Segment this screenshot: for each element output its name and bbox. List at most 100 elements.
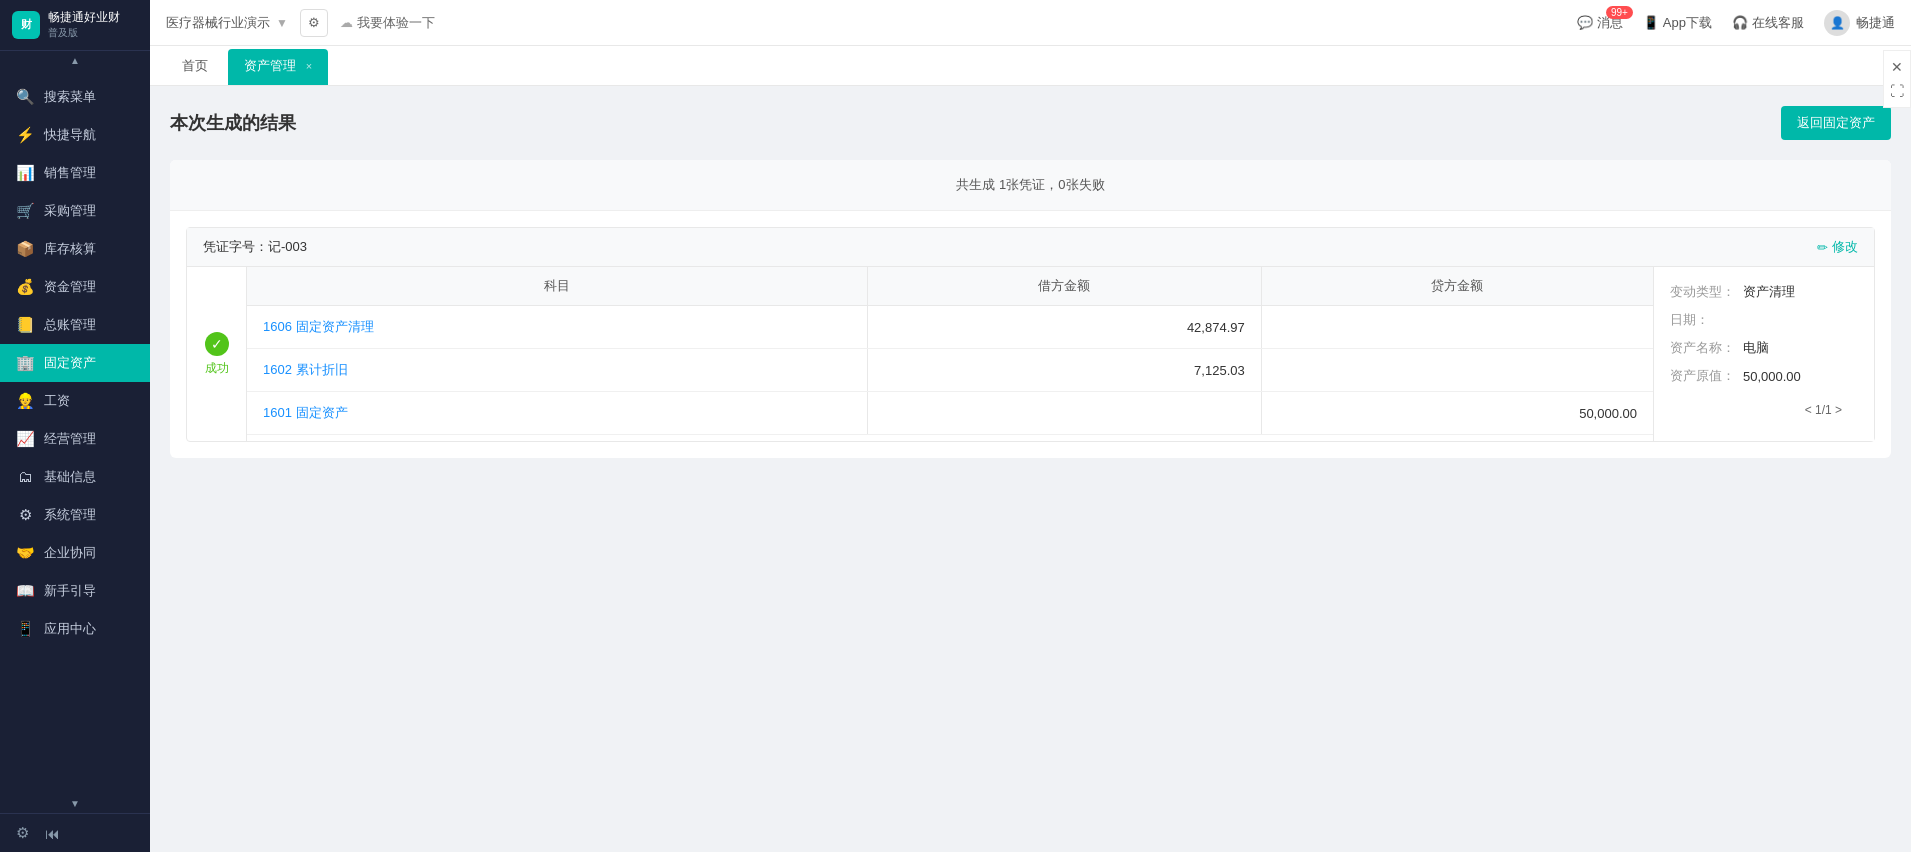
row-subject-1: 1602 累计折旧 (247, 349, 867, 392)
voucher-section: 凭证字号：记-003 ✏ 修改 ✓ 成功 (186, 227, 1875, 442)
user-area[interactable]: 👤 畅捷通 (1824, 10, 1895, 36)
nav-label-1: 快捷导航 (44, 126, 96, 144)
scroll-down-arrow[interactable]: ▼ (0, 794, 150, 813)
tab-close-icon[interactable]: × (306, 60, 312, 72)
nav-icon-5: 💰 (16, 278, 34, 296)
col-header-credit: 贷方金额 (1261, 267, 1653, 306)
voucher-table-area: 科目 借方金额 贷方金额 1606 固定资产清理 42,874.97 1602 … (247, 267, 1654, 441)
nav-icon-0: 🔍 (16, 88, 34, 106)
tab-home-label: 首页 (182, 58, 208, 73)
nav-icon-6: 📒 (16, 316, 34, 334)
change-type-row: 变动类型： 资产清理 (1670, 283, 1858, 301)
nav-icon-4: 📦 (16, 240, 34, 258)
toggle-icon[interactable]: ⏮ (45, 825, 60, 842)
nav-label-11: 系统管理 (44, 506, 96, 524)
page-content: 本次生成的结果 返回固定资产 共生成 1张凭证，0张失败 凭证字号：记-003 … (150, 86, 1911, 852)
row-subject-2: 1601 固定资产 (247, 392, 867, 435)
gear-icon: ⚙ (308, 15, 320, 30)
nav-label-10: 基础信息 (44, 468, 96, 486)
change-type-value: 资产清理 (1743, 283, 1795, 301)
nav-label-13: 新手引导 (44, 582, 96, 600)
app-icon: 📱 (1643, 15, 1659, 30)
nav-label-0: 搜索菜单 (44, 88, 96, 106)
nav-icon-10: 🗂 (16, 468, 34, 486)
sidebar-item-快捷导航[interactable]: ⚡ 快捷导航 (0, 116, 150, 154)
tab-home[interactable]: 首页 (166, 49, 224, 85)
row-credit-0 (1261, 306, 1653, 349)
date-label: 日期： (1670, 311, 1709, 329)
nav-label-8: 工资 (44, 392, 70, 410)
topbar: 医疗器械行业演示 ▼ ⚙ ☁ 我要体验一下 💬 消息 99+ 📱 App下载 🎧… (150, 0, 1911, 46)
sidebar: 财 畅捷通好业财 普及版 ▲ 🔍 搜索菜单 ⚡ 快捷导航 📊 销售管理 🛒 采购… (0, 0, 150, 852)
col-header-subject: 科目 (247, 267, 867, 306)
online-service-button[interactable]: 🎧 在线客服 (1732, 14, 1804, 32)
back-to-fixed-assets-button[interactable]: 返回固定资产 (1781, 106, 1891, 140)
cloud-icon: ☁ (340, 15, 353, 30)
sidebar-item-采购管理[interactable]: 🛒 采购管理 (0, 192, 150, 230)
experience-button[interactable]: ☁ 我要体验一下 (340, 14, 435, 32)
sidebar-item-系统管理[interactable]: ⚙ 系统管理 (0, 496, 150, 534)
sidebar-item-库存核算[interactable]: 📦 库存核算 (0, 230, 150, 268)
experience-text: 我要体验一下 (357, 14, 435, 32)
sidebar-item-销售管理[interactable]: 📊 销售管理 (0, 154, 150, 192)
asset-name-value: 电脑 (1743, 339, 1769, 357)
nav-label-2: 销售管理 (44, 164, 96, 182)
sidebar-logo: 财 畅捷通好业财 普及版 (0, 0, 150, 51)
sidebar-item-应用中心[interactable]: 📱 应用中心 (0, 610, 150, 648)
sidebar-item-经营管理[interactable]: 📈 经营管理 (0, 420, 150, 458)
nav-label-5: 资金管理 (44, 278, 96, 296)
settings-icon[interactable]: ⚙ (16, 824, 29, 842)
app-download-label: App下载 (1663, 14, 1712, 32)
nav-label-7: 固定资产 (44, 354, 96, 372)
sidebar-item-固定资产[interactable]: 🏢 固定资产 (0, 344, 150, 382)
voucher-edit-button[interactable]: ✏ 修改 (1817, 238, 1858, 256)
main-content-wrapper: 医疗器械行业演示 ▼ ⚙ ☁ 我要体验一下 💬 消息 99+ 📱 App下载 🎧… (150, 0, 1911, 852)
row-debit-2 (867, 392, 1261, 435)
scroll-up-arrow[interactable]: ▲ (0, 51, 150, 70)
tabs-bar: 首页 资产管理 × (150, 46, 1911, 86)
pagination[interactable]: < 1/1 > (1670, 395, 1858, 425)
row-credit-1 (1261, 349, 1653, 392)
asset-value-value: 50,000.00 (1743, 369, 1801, 384)
nav-label-6: 总账管理 (44, 316, 96, 334)
edit-icon: ✏ (1817, 240, 1828, 255)
nav-icon-1: ⚡ (16, 126, 34, 144)
float-panel: ✕ ⛶ (1883, 50, 1911, 108)
workspace-dropdown-icon: ▼ (276, 16, 288, 30)
asset-name-label: 资产名称： (1670, 339, 1735, 357)
success-checkmark-icon: ✓ (205, 332, 229, 356)
table-row: 1602 累计折旧 7,125.03 (247, 349, 1653, 392)
tab-asset-management[interactable]: 资产管理 × (228, 49, 328, 85)
nav-icon-7: 🏢 (16, 354, 34, 372)
nav-icon-2: 📊 (16, 164, 34, 182)
sidebar-bottom: ⚙ ⏮ (0, 813, 150, 852)
asset-name-row: 资产名称： 电脑 (1670, 339, 1858, 357)
sidebar-item-总账管理[interactable]: 📒 总账管理 (0, 306, 150, 344)
workspace-selector[interactable]: 医疗器械行业演示 ▼ (166, 14, 288, 32)
tab-asset-management-label: 资产管理 (244, 58, 296, 73)
sidebar-item-搜索菜单[interactable]: 🔍 搜索菜单 (0, 78, 150, 116)
voucher-side-panel: 变动类型： 资产清理 日期： 资产名称： 电脑 资产原值： (1654, 267, 1874, 441)
float-close-icon[interactable]: ✕ (1891, 59, 1903, 75)
sidebar-item-基础信息[interactable]: 🗂 基础信息 (0, 458, 150, 496)
messages-button[interactable]: 💬 消息 99+ (1577, 14, 1623, 32)
row-debit-1: 7,125.03 (867, 349, 1261, 392)
gear-button[interactable]: ⚙ (300, 9, 328, 37)
float-expand-icon[interactable]: ⛶ (1890, 83, 1904, 99)
online-service-label: 在线客服 (1752, 14, 1804, 32)
table-row: 1606 固定资产清理 42,874.97 (247, 306, 1653, 349)
app-download-button[interactable]: 📱 App下载 (1643, 14, 1712, 32)
voucher-table: 科目 借方金额 贷方金额 1606 固定资产清理 42,874.97 1602 … (247, 267, 1653, 435)
nav-label-3: 采购管理 (44, 202, 96, 220)
sidebar-item-企业协同[interactable]: 🤝 企业协同 (0, 534, 150, 572)
sidebar-nav: 🔍 搜索菜单 ⚡ 快捷导航 📊 销售管理 🛒 采购管理 📦 库存核算 💰 资金管… (0, 70, 150, 794)
nav-label-9: 经营管理 (44, 430, 96, 448)
sidebar-item-资金管理[interactable]: 💰 资金管理 (0, 268, 150, 306)
sidebar-item-新手引导[interactable]: 📖 新手引导 (0, 572, 150, 610)
nav-icon-3: 🛒 (16, 202, 34, 220)
date-row: 日期： (1670, 311, 1858, 329)
asset-value-label: 资产原值： (1670, 367, 1735, 385)
sidebar-item-工资[interactable]: 👷 工资 (0, 382, 150, 420)
voucher-header: 凭证字号：记-003 ✏ 修改 (187, 228, 1874, 267)
nav-label-14: 应用中心 (44, 620, 96, 638)
